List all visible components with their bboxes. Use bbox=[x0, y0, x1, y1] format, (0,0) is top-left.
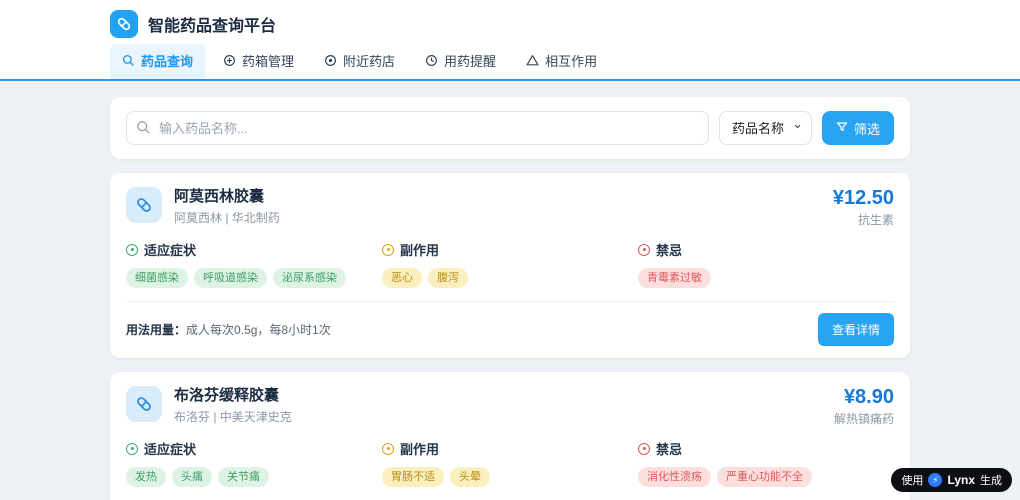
search-icon bbox=[122, 54, 135, 67]
tab-label: 药品查询 bbox=[141, 51, 193, 70]
drug-name: 布洛芬缓释胶囊 bbox=[174, 386, 834, 405]
symptom-tag: 腹泻 bbox=[428, 268, 468, 288]
badge-prefix: 使用 bbox=[901, 472, 923, 488]
tab-label: 用药提醒 bbox=[444, 51, 496, 70]
pill-logo-icon bbox=[110, 10, 138, 38]
side-effects-label: 副作用 bbox=[400, 240, 439, 259]
drug-name: 阿莫西林胶囊 bbox=[174, 187, 833, 206]
tab-nearby-pharmacy[interactable]: 附近药店 bbox=[312, 44, 407, 81]
drug-card: 布洛芬缓释胶囊 布洛芬 | 中美天津史克 ¥8.90 解热镇痛药 适应症状 发热… bbox=[110, 372, 910, 500]
symptom-tag: 呼吸道感染 bbox=[194, 268, 267, 288]
tab-label: 相互作用 bbox=[545, 51, 597, 70]
contraindications-label: 禁忌 bbox=[656, 240, 682, 259]
side-effects-column: 副作用 胃肠不适头晕 bbox=[382, 439, 638, 487]
warning-icon bbox=[526, 54, 539, 67]
contraindications-icon bbox=[638, 443, 650, 455]
side-effects-icon bbox=[382, 443, 394, 455]
drug-subtitle: 阿莫西林 | 华北制药 bbox=[174, 209, 833, 226]
clock-icon bbox=[425, 54, 438, 67]
indications-icon bbox=[126, 244, 138, 256]
pill-icon bbox=[126, 386, 162, 422]
symptom-tag: 青霉素过敏 bbox=[638, 268, 711, 288]
symptom-tag: 消化性溃疡 bbox=[638, 467, 711, 487]
indications-label: 适应症状 bbox=[144, 439, 196, 458]
lynx-logo-icon: ⚡ bbox=[928, 473, 942, 487]
side-effects-icon bbox=[382, 244, 394, 256]
contraindications-column: 禁忌 青霉素过敏 bbox=[638, 240, 894, 288]
page-title: 智能药品查询平台 bbox=[148, 12, 276, 36]
tab-medication-reminder[interactable]: 用药提醒 bbox=[413, 44, 508, 81]
symptom-tag: 细菌感染 bbox=[126, 268, 188, 288]
app-header: 智能药品查询平台 药品查询 药箱管理 附近药店 bbox=[0, 0, 1020, 81]
tab-interactions[interactable]: 相互作用 bbox=[514, 44, 609, 81]
location-icon bbox=[324, 54, 337, 67]
drug-card: 阿莫西林胶囊 阿莫西林 | 华北制药 ¥12.50 抗生素 适应症状 细菌感染呼… bbox=[110, 173, 910, 358]
drug-subtitle: 布洛芬 | 中美天津史克 bbox=[174, 408, 834, 425]
symptom-tag: 发热 bbox=[126, 467, 166, 487]
search-icon bbox=[136, 120, 151, 140]
search-category-select[interactable]: 药品名称 bbox=[719, 111, 812, 145]
side-effects-label: 副作用 bbox=[400, 439, 439, 458]
lynx-generated-badge[interactable]: 使用 ⚡ Lynx 生成 bbox=[891, 468, 1012, 492]
tab-medkit[interactable]: 药箱管理 bbox=[211, 44, 306, 81]
drug-list: 阿莫西林胶囊 阿莫西林 | 华北制药 ¥12.50 抗生素 适应症状 细菌感染呼… bbox=[110, 173, 910, 500]
drug-category: 解热镇痛药 bbox=[834, 410, 894, 427]
dosage-text: 用法用量：成人每次0.5g，每8小时1次 bbox=[126, 321, 331, 338]
medkit-icon bbox=[223, 54, 236, 67]
drug-search-input[interactable] bbox=[126, 111, 709, 145]
badge-brand: Lynx bbox=[947, 473, 975, 487]
pill-icon bbox=[126, 187, 162, 223]
tab-label: 药箱管理 bbox=[242, 51, 294, 70]
filter-button-label: 筛选 bbox=[854, 119, 880, 138]
symptom-tag: 头痛 bbox=[172, 467, 212, 487]
side-effects-column: 副作用 恶心腹泻 bbox=[382, 240, 638, 288]
symptom-tag: 头晕 bbox=[450, 467, 490, 487]
badge-suffix: 生成 bbox=[980, 472, 1002, 488]
drug-price: ¥8.90 bbox=[834, 386, 894, 408]
indications-label: 适应症状 bbox=[144, 240, 196, 259]
nav-tabs: 药品查询 药箱管理 附近药店 用药提醒 bbox=[110, 44, 910, 79]
main-content: 药品名称 筛选 阿莫西林胶囊 阿莫西林 | 华北制药 ¥12 bbox=[0, 81, 1020, 500]
indications-column: 适应症状 发热头痛关节痛 bbox=[126, 439, 382, 487]
drug-category: 抗生素 bbox=[833, 211, 894, 228]
indications-column: 适应症状 细菌感染呼吸道感染泌尿系感染 bbox=[126, 240, 382, 288]
filter-button[interactable]: 筛选 bbox=[822, 111, 894, 145]
tab-drug-search[interactable]: 药品查询 bbox=[110, 44, 205, 81]
symptom-tag: 严重心功能不全 bbox=[717, 467, 812, 487]
symptom-tag: 关节痛 bbox=[218, 467, 269, 487]
view-details-button[interactable]: 查看详情 bbox=[818, 313, 894, 346]
tab-label: 附近药店 bbox=[343, 51, 395, 70]
symptom-tag: 泌尿系感染 bbox=[273, 268, 346, 288]
funnel-icon bbox=[836, 121, 848, 136]
contraindications-icon bbox=[638, 244, 650, 256]
symptom-tag: 胃肠不适 bbox=[382, 467, 444, 487]
search-card: 药品名称 筛选 bbox=[110, 97, 910, 159]
dosage-label: 用法用量： bbox=[126, 323, 186, 337]
drug-price: ¥12.50 bbox=[833, 187, 894, 209]
indications-icon bbox=[126, 443, 138, 455]
contraindications-column: 禁忌 消化性溃疡严重心功能不全 bbox=[638, 439, 894, 487]
contraindications-label: 禁忌 bbox=[656, 439, 682, 458]
symptom-tag: 恶心 bbox=[382, 268, 422, 288]
